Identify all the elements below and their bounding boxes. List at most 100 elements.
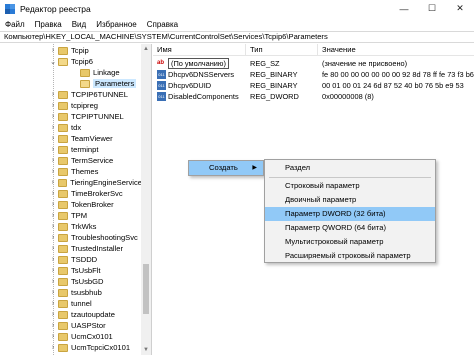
tree-item[interactable]: › TeamViewer	[0, 133, 142, 144]
close-button[interactable]: ✕	[446, 0, 474, 17]
column-type[interactable]: Тип	[246, 44, 318, 56]
chevron-right-icon[interactable]: ›	[48, 212, 58, 219]
menu-separator	[269, 177, 431, 178]
value-name-cell: Dhcpv6DNSServers	[168, 69, 246, 80]
tree-item[interactable]: › TokenBroker	[0, 199, 142, 210]
tree-item[interactable]: › terminpt	[0, 144, 142, 155]
chevron-right-icon[interactable]: ›	[48, 201, 58, 208]
chevron-right-icon[interactable]: ›	[48, 190, 58, 197]
tree-item[interactable]: › tzautoupdate	[0, 309, 142, 320]
value-name: Dhcpv6DUID	[168, 81, 212, 90]
folder-icon	[58, 321, 68, 330]
chevron-right-icon[interactable]: ›	[48, 311, 58, 318]
menu-view[interactable]: Вид	[67, 20, 91, 29]
chevron-right-icon[interactable]: ›	[48, 256, 58, 263]
chevron-right-icon[interactable]: ›	[48, 267, 58, 274]
value-type: REG_SZ	[250, 59, 280, 68]
scroll-up-icon[interactable]: ▲	[141, 44, 151, 54]
value-type: REG_BINARY	[250, 70, 298, 79]
menu-edit[interactable]: Правка	[30, 20, 67, 29]
tree-item-label: TCPIPTUNNEL	[71, 112, 124, 121]
tree-item[interactable]: › UcmCx0101	[0, 331, 142, 342]
submenu-item[interactable]: Параметр DWORD (32 бита)	[265, 207, 435, 221]
tree-item[interactable]: ⌄ Tcpip6	[0, 56, 142, 67]
submenu-item[interactable]: Параметр QWORD (64 бита)	[265, 221, 435, 235]
chevron-right-icon[interactable]: ›	[48, 146, 58, 153]
tree-item[interactable]: › UASPStor	[0, 320, 142, 331]
value-name-cell: DisabledComponents	[168, 91, 246, 102]
tree-item[interactable]: › TCPIP6TUNNEL	[0, 89, 142, 100]
submenu-item[interactable]: Мультистроковый параметр	[265, 235, 435, 249]
chevron-right-icon[interactable]: ›	[48, 47, 58, 54]
tree-item[interactable]: › TPM	[0, 210, 142, 221]
tree-scrollbar[interactable]: ▲ ▼	[141, 44, 151, 355]
registry-tree: › Tcpip ⌄ Tcpip6 Linkage Parameters › TCPIP6TUN…	[0, 44, 152, 355]
tree-item[interactable]: › tcpipreg	[0, 100, 142, 111]
chevron-right-icon[interactable]: ›	[48, 135, 58, 142]
menu-help[interactable]: Справка	[142, 20, 183, 29]
scroll-down-icon[interactable]: ▼	[141, 345, 151, 355]
chevron-right-icon[interactable]: ›	[48, 300, 58, 307]
tree-item[interactable]: › Themes	[0, 166, 142, 177]
tree-item[interactable]: › tunnel	[0, 298, 142, 309]
submenu-item[interactable]: Строковый параметр	[265, 179, 435, 193]
tree-item-label: TrkWks	[71, 222, 97, 231]
menu-favorites[interactable]: Избранное	[91, 20, 142, 29]
tree-item[interactable]: › Tcpip	[0, 45, 142, 56]
tree-item-label: tunnel	[71, 299, 92, 308]
chevron-right-icon[interactable]: ›	[48, 102, 58, 109]
submenu-item[interactable]: Расширяемый строковый параметр	[265, 249, 435, 263]
list-row[interactable]: 011 Dhcpv6DUID REG_BINARY 00 01 00 01 24 6d…	[153, 80, 474, 91]
tree-item[interactable]: › TrkWks	[0, 221, 142, 232]
tree-item[interactable]: › TrustedInstaller	[0, 243, 142, 254]
tree-item[interactable]: › TsUsbFlt	[0, 265, 142, 276]
chevron-right-icon[interactable]: ›	[48, 278, 58, 285]
create-submenu: Раздел Строковый параметр Двоичный парамет…	[264, 159, 436, 263]
chevron-down-icon[interactable]: ⌄	[48, 58, 58, 66]
chevron-right-icon[interactable]: ›	[48, 223, 58, 230]
address-bar[interactable]: Компьютер\HKEY_LOCAL_MACHINE\SYSTEM\Curr…	[0, 31, 474, 43]
tree-item[interactable]: Parameters	[0, 78, 142, 89]
menu-file[interactable]: Файл	[0, 20, 30, 29]
chevron-right-icon[interactable]: ›	[48, 157, 58, 164]
scrollbar-thumb[interactable]	[143, 264, 149, 314]
tree-item[interactable]: Linkage	[0, 67, 142, 78]
submenu-item[interactable]: Двоичный параметр	[265, 193, 435, 207]
list-row[interactable]: 011 Dhcpv6DNSServers REG_BINARY fe 80 00 00…	[153, 69, 474, 80]
chevron-right-icon[interactable]: ›	[48, 168, 58, 175]
tree-item[interactable]: › TieringEngineService	[0, 177, 142, 188]
tree-item[interactable]: › TermService	[0, 155, 142, 166]
tree-item[interactable]: › TimeBrokerSvc	[0, 188, 142, 199]
tree-item[interactable]: › tsusbhub	[0, 287, 142, 298]
tree-item[interactable]: › TroubleshootingSvc	[0, 232, 142, 243]
tree-item-label: tdx	[71, 123, 82, 132]
submenu-item[interactable]: Раздел	[265, 161, 435, 175]
minimize-button[interactable]: —	[390, 0, 418, 17]
column-value[interactable]: Значение	[318, 44, 474, 56]
chevron-right-icon[interactable]: ›	[48, 234, 58, 241]
menu-item-create[interactable]: Создать ▶	[189, 161, 263, 175]
chevron-right-icon[interactable]: ›	[48, 344, 58, 351]
tree-item[interactable]: › tdx	[0, 122, 142, 133]
value-data: (значение не присвоено)	[322, 59, 408, 68]
chevron-right-icon[interactable]: ›	[48, 245, 58, 252]
tree-item[interactable]: › TSDDD	[0, 254, 142, 265]
tree-item[interactable]: › UcmTcpciCx0101	[0, 342, 142, 353]
chevron-right-icon[interactable]: ›	[48, 333, 58, 340]
chevron-right-icon[interactable]: ›	[48, 179, 58, 186]
tree-item[interactable]: › TsUsbGD	[0, 276, 142, 287]
chevron-right-icon[interactable]: ›	[48, 113, 58, 120]
list-row[interactable]: 011 DisabledComponents REG_DWORD 0x00000008…	[153, 91, 474, 102]
list-row[interactable]: ab (По умолчанию) REG_SZ (значение не присв…	[153, 58, 474, 69]
title-bar: Редактор реестра — ☐ ✕	[0, 0, 474, 17]
tree-item[interactable]: › TCPIPTUNNEL	[0, 111, 142, 122]
chevron-right-icon[interactable]: ›	[48, 91, 58, 98]
column-name[interactable]: Имя	[153, 44, 246, 56]
string-value-icon: ab	[157, 60, 165, 66]
tree-item-label: TieringEngineService	[70, 178, 142, 187]
chevron-right-icon[interactable]: ›	[48, 289, 58, 296]
chevron-right-icon[interactable]: ›	[48, 322, 58, 329]
maximize-button[interactable]: ☐	[418, 0, 446, 17]
tree-item-label: Tcpip	[71, 46, 89, 55]
chevron-right-icon[interactable]: ›	[48, 124, 58, 131]
